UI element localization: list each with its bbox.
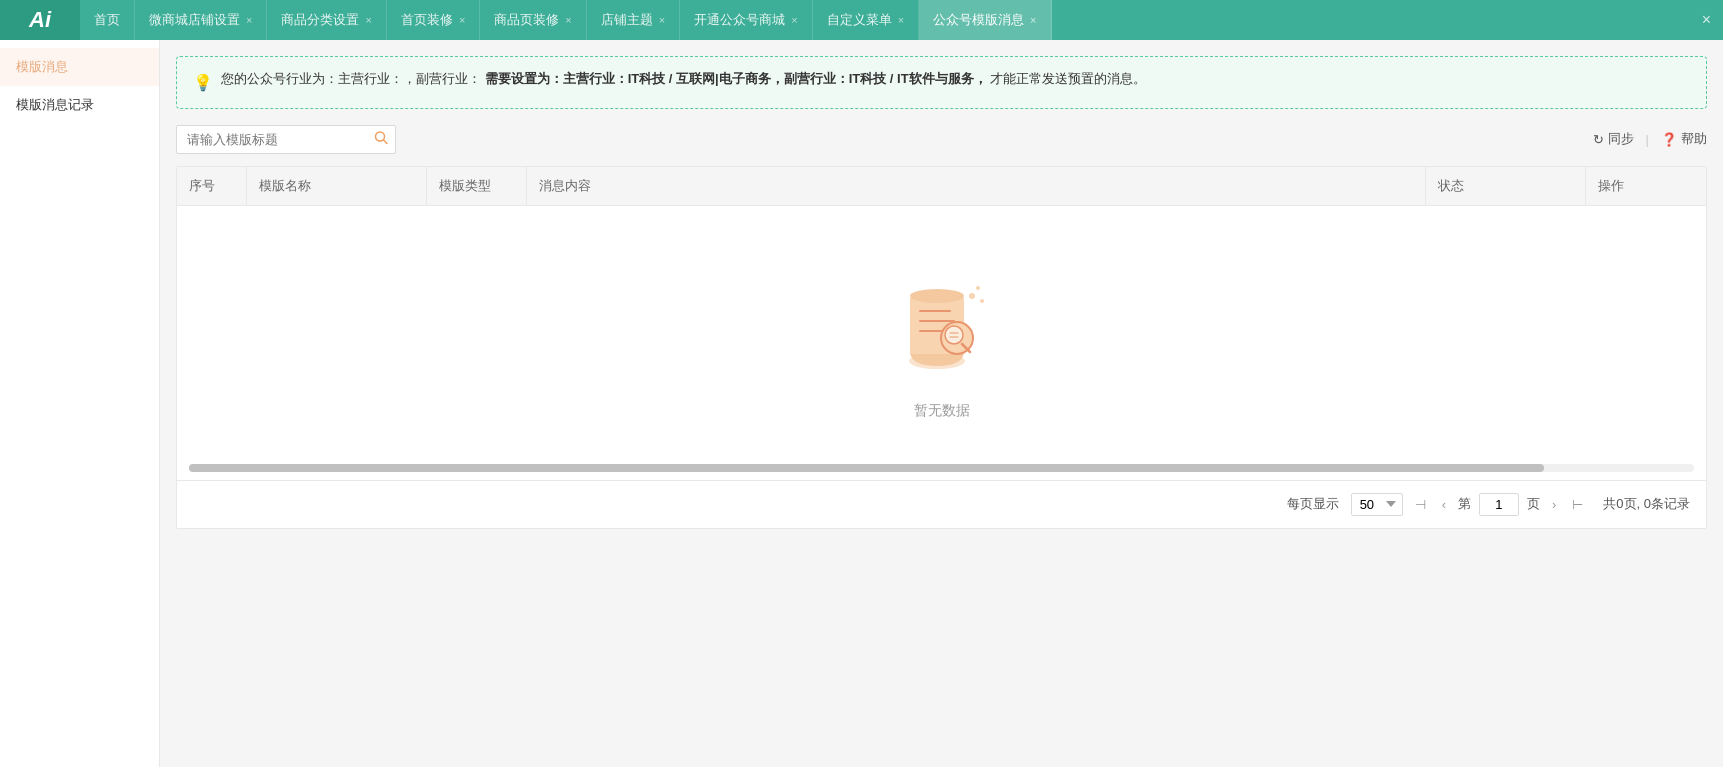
- top-navbar: Ai 首页微商城店铺设置×商品分类设置×首页装修×商品页装修×店铺主题×开通公众…: [0, 0, 1723, 40]
- tab-close-button[interactable]: ×: [459, 15, 465, 26]
- table-column-header: 操作: [1586, 167, 1706, 205]
- horizontal-scrollbar[interactable]: [189, 464, 1694, 472]
- tab-close-button[interactable]: ×: [659, 15, 665, 26]
- sync-button[interactable]: ↻ 同步: [1593, 130, 1634, 148]
- help-label: 帮助: [1681, 130, 1707, 148]
- nav-tab[interactable]: 开通公众号商城×: [680, 0, 812, 40]
- table-column-header: 模版类型: [427, 167, 527, 205]
- tab-close-button[interactable]: ×: [565, 15, 571, 26]
- nav-tab[interactable]: 首页: [80, 0, 135, 40]
- help-icon: ❓: [1661, 132, 1677, 147]
- svg-point-4: [910, 289, 964, 303]
- page-suffix: 页: [1527, 495, 1540, 513]
- nav-tab[interactable]: 商品分类设置×: [267, 0, 386, 40]
- table-column-header: 序号: [177, 167, 247, 205]
- first-page-button[interactable]: ⊣: [1411, 495, 1430, 514]
- nav-tab[interactable]: 商品页装修×: [480, 0, 586, 40]
- tab-close-button[interactable]: ×: [791, 15, 797, 26]
- last-page-button[interactable]: ⊢: [1568, 495, 1587, 514]
- svg-point-14: [976, 286, 980, 290]
- table-column-header: 模版名称: [247, 167, 427, 205]
- nav-tabs: 首页微商城店铺设置×商品分类设置×首页装修×商品页装修×店铺主题×开通公众号商城…: [80, 0, 1690, 40]
- nav-tab[interactable]: 公众号模版消息×: [919, 0, 1051, 40]
- empty-text: 暂无数据: [914, 402, 970, 420]
- table-column-header: 消息内容: [527, 167, 1426, 205]
- alert-banner: 💡 您的公众号行业为：主营行业：，副营行业： 需要设置为：主营行业：IT科技 /…: [176, 56, 1707, 109]
- empty-illustration: [882, 266, 1002, 386]
- search-input-wrap: [176, 125, 396, 154]
- alert-icon: 💡: [193, 70, 213, 96]
- table-column-header: 状态: [1426, 167, 1586, 205]
- help-button[interactable]: ❓ 帮助: [1661, 130, 1707, 148]
- tab-close-button[interactable]: ×: [246, 15, 252, 26]
- toolbar-divider: |: [1646, 132, 1649, 147]
- tab-close-button[interactable]: ×: [365, 15, 371, 26]
- nav-tab[interactable]: 店铺主题×: [587, 0, 680, 40]
- sync-icon: ↻: [1593, 132, 1604, 147]
- sidebar-item[interactable]: 模版消息记录: [0, 86, 159, 124]
- next-page-button[interactable]: ›: [1548, 495, 1560, 514]
- search-input[interactable]: [176, 125, 396, 154]
- page-label: 第: [1458, 495, 1471, 513]
- prev-page-button[interactable]: ‹: [1438, 495, 1450, 514]
- main-layout: 模版消息模版消息记录 💡 您的公众号行业为：主营行业：，副营行业： 需要设置为：…: [0, 40, 1723, 767]
- svg-line-1: [384, 140, 388, 144]
- sidebar-item[interactable]: 模版消息: [0, 48, 159, 86]
- sync-label: 同步: [1608, 130, 1634, 148]
- logo: Ai: [0, 0, 80, 40]
- content-area: 💡 您的公众号行业为：主营行业：，副营行业： 需要设置为：主营行业：IT科技 /…: [160, 40, 1723, 767]
- search-bar: ↻ 同步 | ❓ 帮助: [176, 125, 1707, 154]
- toolbar-right: ↻ 同步 | ❓ 帮助: [1593, 130, 1707, 148]
- pagination-bar: 每页显示 50 20 100 ⊣ ‹ 第 页 › ⊢ 共0页, 0条记录: [177, 480, 1706, 528]
- alert-text: 您的公众号行业为：主营行业：，副营行业： 需要设置为：主营行业：IT科技 / 互…: [221, 69, 1146, 90]
- data-table: 序号模版名称模版类型消息内容状态操作: [176, 166, 1707, 529]
- per-page-select[interactable]: 50 20 100: [1351, 493, 1403, 516]
- table-header: 序号模版名称模版类型消息内容状态操作: [177, 167, 1706, 206]
- nav-tab[interactable]: 微商城店铺设置×: [135, 0, 267, 40]
- search-button[interactable]: [374, 131, 388, 148]
- scroll-area[interactable]: [177, 464, 1706, 480]
- per-page-label: 每页显示: [1287, 495, 1339, 513]
- sidebar: 模版消息模版消息记录: [0, 40, 160, 767]
- svg-point-13: [969, 293, 975, 299]
- svg-point-9: [945, 326, 963, 344]
- logo-text: Ai: [29, 7, 51, 33]
- svg-point-15: [980, 299, 984, 303]
- page-number-input[interactable]: [1479, 493, 1519, 516]
- close-all-button[interactable]: ×: [1690, 11, 1723, 29]
- nav-tab[interactable]: 自定义菜单×: [813, 0, 919, 40]
- nav-tab[interactable]: 首页装修×: [387, 0, 480, 40]
- empty-state: 暂无数据: [177, 206, 1706, 460]
- tab-close-button[interactable]: ×: [1030, 15, 1036, 26]
- tab-close-button[interactable]: ×: [898, 15, 904, 26]
- total-info: 共0页, 0条记录: [1603, 495, 1690, 513]
